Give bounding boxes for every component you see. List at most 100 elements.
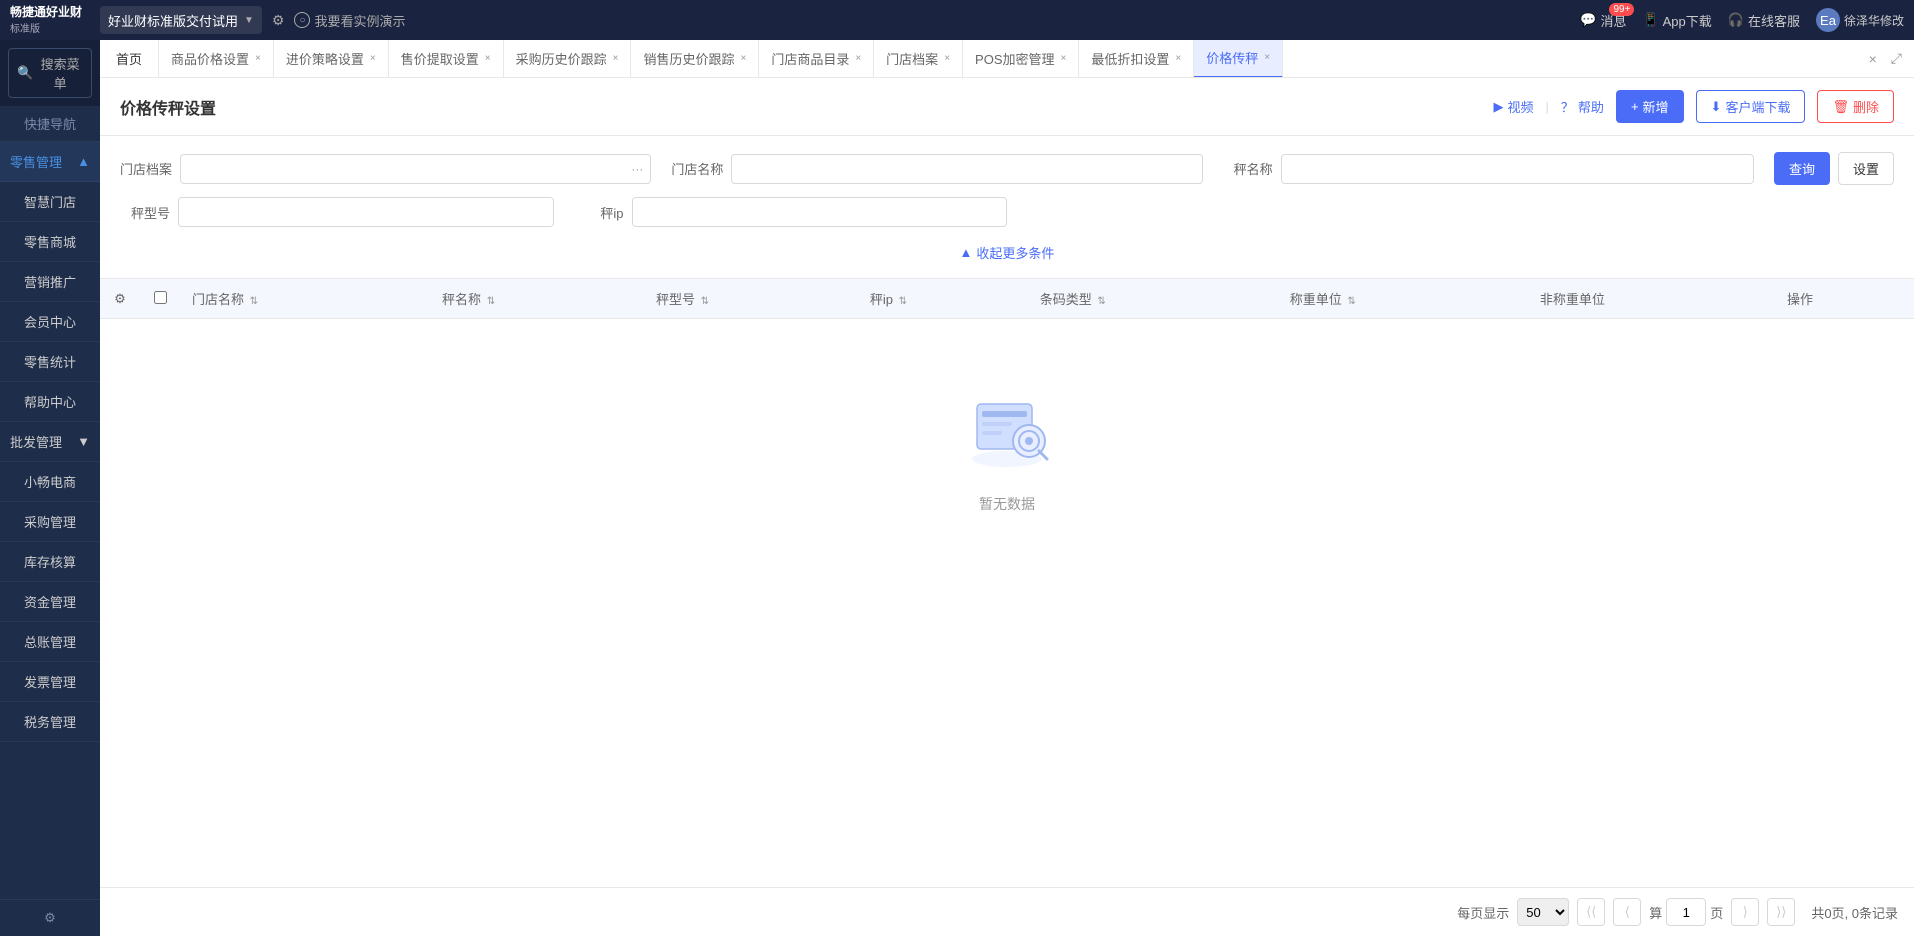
th-operation: 操作 bbox=[1775, 279, 1914, 319]
close-icon[interactable]: × bbox=[1175, 53, 1181, 64]
sidebar-item-online-store[interactable]: 零售商城 bbox=[0, 222, 100, 262]
scale-name-label: 秤名称 bbox=[1223, 159, 1273, 178]
scale-ip-field: 秤ip bbox=[574, 197, 1008, 227]
sidebar-item-label: 批发管理 bbox=[10, 432, 62, 451]
sidebar-item-member-center[interactable]: 会员中心 bbox=[0, 302, 100, 342]
th-weight-unit-label: 称重单位 bbox=[1290, 292, 1342, 307]
more-icon[interactable]: ··· bbox=[631, 162, 643, 176]
search-menu-button[interactable]: 🔍 搜索菜单 bbox=[8, 48, 92, 98]
store-file-input[interactable] bbox=[180, 154, 651, 184]
tab-sale-history[interactable]: 销售历史价跟踪 × bbox=[631, 40, 759, 78]
search-icon: 🔍 bbox=[17, 65, 33, 81]
close-icon[interactable]: × bbox=[1264, 52, 1270, 63]
close-icon[interactable]: × bbox=[485, 53, 491, 64]
tab-home[interactable]: 首页 bbox=[100, 40, 159, 78]
page-header: 价格传秤设置 ▶ 视频 | ？ 帮助 + 新增 bbox=[100, 78, 1914, 136]
form-row-1: 门店档案 ··· 门店名称 秤名称 bbox=[120, 152, 1894, 185]
collapse-button[interactable]: ▲ 收起更多条件 bbox=[960, 243, 1055, 262]
tab-label: 最低折扣设置 bbox=[1091, 49, 1169, 68]
sidebar-item-retail-stats[interactable]: 零售统计 bbox=[0, 342, 100, 382]
tab-price-scale[interactable]: 价格传秤 × bbox=[1194, 40, 1283, 78]
user-area[interactable]: Ea 徐泽华修改 bbox=[1816, 8, 1904, 32]
page-number-input[interactable] bbox=[1666, 898, 1706, 926]
tab-purchase-history[interactable]: 采购历史价跟踪 × bbox=[504, 40, 632, 78]
store-name-input[interactable] bbox=[731, 154, 1202, 184]
close-icon[interactable]: × bbox=[944, 53, 950, 64]
app-download-button[interactable]: 📱 App下载 bbox=[1642, 11, 1711, 30]
query-button[interactable]: 查询 bbox=[1774, 152, 1830, 185]
sort-icon: ⇅ bbox=[899, 296, 907, 307]
search-form: 门店档案 ··· 门店名称 秤名称 bbox=[100, 136, 1914, 279]
scale-name-field: 秤名称 bbox=[1223, 154, 1754, 184]
scale-name-input[interactable] bbox=[1281, 154, 1754, 184]
close-icon[interactable]: × bbox=[255, 53, 261, 64]
settings-icon: ⚙ bbox=[44, 910, 56, 925]
close-tab-icon[interactable]: × bbox=[1865, 47, 1881, 71]
scale-model-input[interactable] bbox=[178, 197, 554, 227]
add-label: 新增 bbox=[1643, 97, 1669, 116]
tab-home-label: 首页 bbox=[116, 49, 142, 68]
sidebar-item-purchase-mgmt[interactable]: 采购管理 bbox=[0, 502, 100, 542]
sidebar-item-mini-ecom[interactable]: 小畅电商 bbox=[0, 462, 100, 502]
logo-sub: 标准版 bbox=[10, 20, 90, 35]
close-icon[interactable]: × bbox=[855, 53, 861, 64]
th-store-name: 门店名称 ⇅ bbox=[180, 279, 430, 319]
help-link[interactable]: ？ 帮助 bbox=[1561, 97, 1604, 116]
chevron-up-icon: ▲ bbox=[77, 154, 90, 169]
last-page-button[interactable]: ⟩⟩ bbox=[1767, 898, 1795, 926]
tab-purchase-strategy[interactable]: 进价策略设置 × bbox=[274, 40, 389, 78]
sidebar-item-retail-mgmt[interactable]: 零售管理 ▲ bbox=[0, 142, 100, 182]
select-all-checkbox[interactable] bbox=[154, 291, 167, 304]
expand-tab-icon[interactable]: ⤢ bbox=[1887, 46, 1906, 71]
quick-nav-button[interactable]: 快捷导航 bbox=[0, 106, 100, 142]
per-page-select[interactable]: 50 10 20 100 bbox=[1517, 898, 1569, 926]
page-title: 价格传秤设置 bbox=[120, 95, 216, 119]
first-page-button[interactable]: ⟨⟨ bbox=[1577, 898, 1605, 926]
next-page-button[interactable]: ⟩ bbox=[1731, 898, 1759, 926]
messages-button[interactable]: 💬 消息 99+ bbox=[1580, 11, 1626, 30]
sort-icon: ⇅ bbox=[487, 296, 495, 307]
close-icon[interactable]: × bbox=[613, 53, 619, 64]
th-settings[interactable]: ⚙ bbox=[100, 279, 140, 319]
tab-bar-actions: × ⤢ bbox=[1865, 46, 1914, 71]
sidebar-item-help-center[interactable]: 帮助中心 bbox=[0, 382, 100, 422]
sidebar-item-marketing[interactable]: 营销推广 bbox=[0, 262, 100, 302]
sidebar-item-wholesale-mgmt[interactable]: 批发管理 ▼ bbox=[0, 422, 100, 462]
video-label: 视频 bbox=[1508, 97, 1534, 116]
video-link[interactable]: ▶ 视频 bbox=[1494, 97, 1534, 116]
tab-min-discount[interactable]: 最低折扣设置 × bbox=[1079, 40, 1194, 78]
settings-button[interactable]: 设置 bbox=[1838, 152, 1894, 185]
tab-product-price[interactable]: 商品价格设置 × bbox=[159, 40, 274, 78]
online-service-button[interactable]: 🎧 在线客服 bbox=[1728, 11, 1800, 30]
gear-icon[interactable]: ⚙ bbox=[272, 12, 285, 29]
add-button[interactable]: + 新增 bbox=[1616, 90, 1684, 123]
download-client-button[interactable]: ⬇ 客户端下载 bbox=[1696, 90, 1806, 123]
store-file-field: 门店档案 ··· bbox=[120, 154, 651, 184]
sidebar-item-label: 税务管理 bbox=[24, 715, 76, 730]
th-checkbox[interactable] bbox=[140, 279, 180, 319]
avatar: Ea bbox=[1816, 8, 1840, 32]
sidebar-item-inventory[interactable]: 库存核算 bbox=[0, 542, 100, 582]
sidebar-item-smart-store[interactable]: 智慧门店 bbox=[0, 182, 100, 222]
close-icon[interactable]: × bbox=[370, 53, 376, 64]
th-barcode-type-label: 条码类型 bbox=[1040, 292, 1092, 307]
scale-ip-input[interactable] bbox=[632, 197, 1008, 227]
sidebar: 🔍 搜索菜单 快捷导航 零售管理 ▲ 智慧门店 零售商城 营销推广 会员中心 零… bbox=[0, 40, 100, 936]
tab-bar: 首页 商品价格设置 × 进价策略设置 × 售价提取设置 × 采购历史价跟踪 × … bbox=[100, 40, 1914, 78]
tab-store-catalog[interactable]: 门店商品目录 × bbox=[759, 40, 874, 78]
prev-page-button[interactable]: ⟨ bbox=[1613, 898, 1641, 926]
sort-icon: ⇅ bbox=[1097, 296, 1105, 307]
version-selector[interactable]: 好业财标准版交付试用 ▼ bbox=[100, 6, 262, 34]
sidebar-item-general-ledger[interactable]: 总账管理 bbox=[0, 622, 100, 662]
sidebar-item-tax-mgmt[interactable]: 税务管理 bbox=[0, 702, 100, 742]
sidebar-item-invoice-mgmt[interactable]: 发票管理 bbox=[0, 662, 100, 702]
tab-pos-security[interactable]: POS加密管理 × bbox=[963, 40, 1079, 78]
sidebar-item-finance[interactable]: 资金管理 bbox=[0, 582, 100, 622]
demo-button[interactable]: ○ 我要看实例演示 bbox=[294, 11, 405, 30]
tab-sale-extract[interactable]: 售价提取设置 × bbox=[389, 40, 504, 78]
delete-button[interactable]: 🗑 删除 bbox=[1817, 90, 1894, 123]
sidebar-settings[interactable]: ⚙ bbox=[0, 899, 100, 936]
close-icon[interactable]: × bbox=[1061, 53, 1067, 64]
close-icon[interactable]: × bbox=[740, 53, 746, 64]
tab-store-file[interactable]: 门店档案 × bbox=[874, 40, 963, 78]
